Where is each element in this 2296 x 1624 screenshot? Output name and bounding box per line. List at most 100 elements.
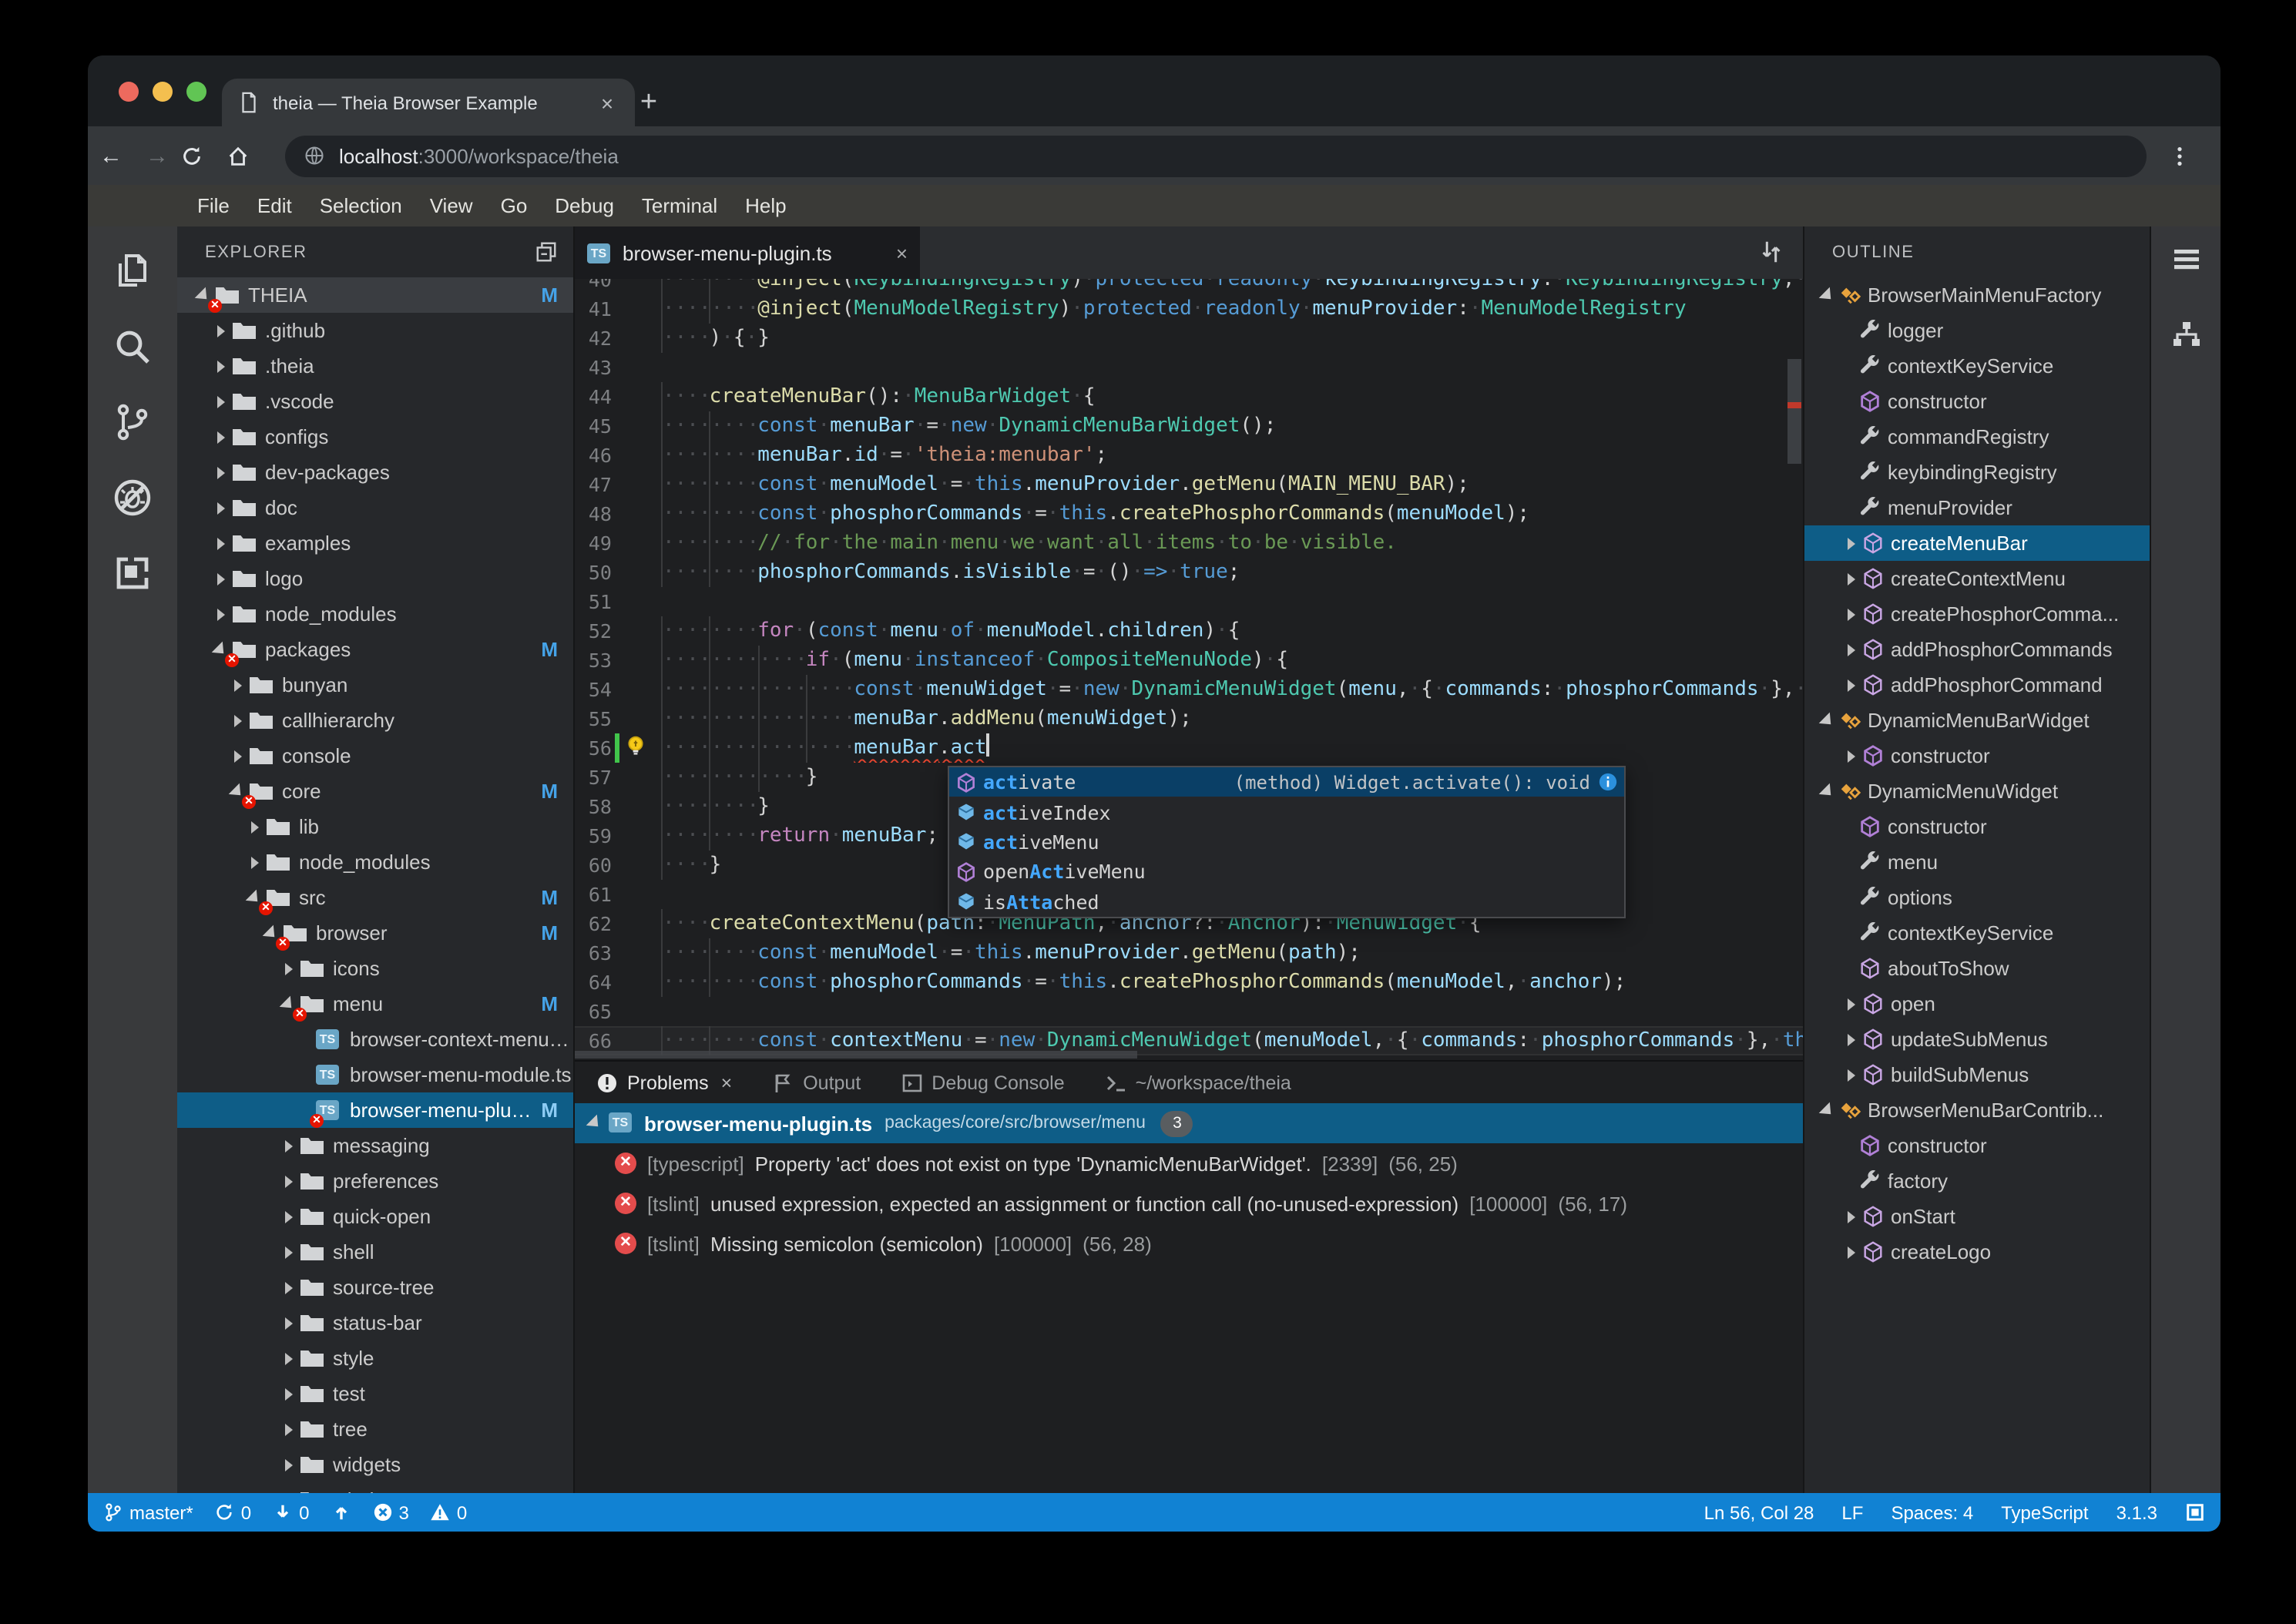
- status-arrow-up[interactable]: [331, 1502, 351, 1522]
- outline-item[interactable]: contextKeyService: [1804, 348, 2150, 384]
- tree-item[interactable]: doc: [177, 490, 573, 525]
- code-line[interactable]: 50 ········phosphorCommands.isVisible·=·(…: [575, 558, 1803, 587]
- outline-item[interactable]: commandRegistry: [1804, 419, 2150, 455]
- tree-item[interactable]: test: [177, 1376, 573, 1411]
- chevron-expanded-icon[interactable]: [260, 924, 282, 942]
- chevron-collapsed-icon[interactable]: [277, 1210, 299, 1223]
- tree-item[interactable]: widgets: [177, 1447, 573, 1482]
- back-icon[interactable]: ←: [88, 143, 134, 169]
- maximize-window-button[interactable]: [186, 82, 206, 102]
- editor-scrollbar[interactable]: [1786, 279, 1803, 1060]
- tree-item[interactable]: node_modules: [177, 596, 573, 632]
- tree-item[interactable]: ✕ THEIA M: [177, 277, 573, 313]
- close-tab-icon[interactable]: ×: [595, 90, 619, 115]
- chevron-collapsed-icon[interactable]: [277, 1352, 299, 1364]
- tree-item[interactable]: TS browser-menu-module.ts: [177, 1057, 573, 1092]
- chevron-collapsed-icon[interactable]: [227, 679, 248, 691]
- tree-item[interactable]: ✕ browser M: [177, 915, 573, 951]
- reload-icon[interactable]: [180, 144, 227, 167]
- chevron-down-icon[interactable]: [584, 1114, 606, 1132]
- code-line[interactable]: 51: [575, 587, 1803, 616]
- status-feedback[interactable]: [2185, 1502, 2205, 1522]
- code-line[interactable]: 64 ········const·phosphorCommands·=·this.…: [575, 968, 1803, 997]
- tree-item[interactable]: console: [177, 738, 573, 773]
- tree-item[interactable]: status-bar: [177, 1305, 573, 1340]
- lightbulb-icon[interactable]: [624, 735, 647, 758]
- status-typescript[interactable]: TypeScript: [2001, 1502, 2088, 1523]
- list-icon[interactable]: [2170, 245, 2201, 276]
- chevron-expanded-icon[interactable]: [243, 888, 265, 907]
- menubar-item-file[interactable]: File: [183, 194, 243, 217]
- chevron-collapsed-icon[interactable]: [1840, 679, 1861, 691]
- chevron-collapsed-icon[interactable]: [1840, 1246, 1861, 1258]
- code-line[interactable]: 42 ····)·{·}: [575, 324, 1803, 353]
- chevron-collapsed-icon[interactable]: [210, 395, 231, 408]
- outline-item[interactable]: aboutToShow: [1804, 951, 2150, 986]
- tree-item[interactable]: ✕ core M: [177, 773, 573, 809]
- code-line[interactable]: 44 ····createMenuBar():·MenuBarWidget·{: [575, 382, 1803, 411]
- tree-item[interactable]: preferences: [177, 1163, 573, 1199]
- hierarchy-icon[interactable]: [2170, 319, 2201, 350]
- info-icon[interactable]: [1598, 772, 1618, 792]
- tree-item[interactable]: quick-open: [177, 1199, 573, 1234]
- code-line[interactable]: 46 ········menuBar.id·=·'theia:menubar';: [575, 441, 1803, 470]
- outline-item[interactable]: open: [1804, 986, 2150, 1022]
- outline-item[interactable]: DynamicMenuBarWidget: [1804, 703, 2150, 738]
- close-window-button[interactable]: [119, 82, 139, 102]
- chevron-expanded-icon[interactable]: [193, 286, 214, 304]
- outline-item[interactable]: menu: [1804, 844, 2150, 880]
- menubar-item-edit[interactable]: Edit: [243, 194, 306, 217]
- chevron-collapsed-icon[interactable]: [277, 1458, 299, 1471]
- tree-item[interactable]: examples: [177, 525, 573, 561]
- suggest-item[interactable]: activate (method) Widget.activate(): void: [949, 767, 1624, 797]
- new-tab-button[interactable]: +: [630, 86, 667, 120]
- panel-tab---workspace-theia[interactable]: ~/workspace/theia: [1105, 1072, 1291, 1093]
- chevron-collapsed-icon[interactable]: [227, 714, 248, 726]
- chevron-collapsed-icon[interactable]: [1840, 750, 1861, 762]
- chevron-collapsed-icon[interactable]: [1840, 998, 1861, 1010]
- tree-item[interactable]: logo: [177, 561, 573, 596]
- chevron-expanded-icon[interactable]: [1817, 782, 1838, 800]
- tree-item[interactable]: lib: [177, 809, 573, 844]
- chevron-collapsed-icon[interactable]: [1840, 608, 1861, 620]
- split-editor-icon[interactable]: [1758, 239, 1784, 265]
- code-line[interactable]: 40 ········@inject(KeybindingRegistry)·pr…: [575, 279, 1803, 294]
- editor-tab[interactable]: TS browser-menu-plugin.ts ×: [575, 226, 920, 279]
- outline-item[interactable]: factory: [1804, 1163, 2150, 1199]
- plugins-icon[interactable]: [112, 553, 153, 593]
- chevron-collapsed-icon[interactable]: [210, 431, 231, 443]
- close-editor-icon[interactable]: ×: [896, 241, 908, 264]
- collapse-all-icon[interactable]: [535, 240, 558, 263]
- tree-item[interactable]: node_modules: [177, 844, 573, 880]
- tree-item[interactable]: ✕ packages M: [177, 632, 573, 667]
- outline-item[interactable]: createLogo: [1804, 1234, 2150, 1270]
- outline-item[interactable]: BrowserMenuBarContrib...: [1804, 1092, 2150, 1128]
- chevron-collapsed-icon[interactable]: [1840, 572, 1861, 585]
- chevron-collapsed-icon[interactable]: [277, 1281, 299, 1293]
- tree-item[interactable]: icons: [177, 951, 573, 986]
- menubar-item-terminal[interactable]: Terminal: [628, 194, 731, 217]
- outline-item[interactable]: createContextMenu: [1804, 561, 2150, 596]
- chevron-collapsed-icon[interactable]: [277, 962, 299, 975]
- chevron-collapsed-icon[interactable]: [243, 820, 265, 833]
- outline-item[interactable]: constructor: [1804, 384, 2150, 419]
- chevron-expanded-icon[interactable]: [227, 782, 248, 800]
- editor-hscrollbar[interactable]: [575, 1051, 1137, 1059]
- tree-item[interactable]: .vscode: [177, 384, 573, 419]
- panel-tab-problems[interactable]: Problems ×: [596, 1072, 732, 1093]
- outline-item[interactable]: addPhosphorCommand: [1804, 667, 2150, 703]
- tree-item[interactable]: window: [177, 1482, 573, 1493]
- tree-item[interactable]: ✕ menu M: [177, 986, 573, 1022]
- tree-item[interactable]: configs: [177, 419, 573, 455]
- chevron-collapsed-icon[interactable]: [243, 856, 265, 868]
- panel-tab-debug-console[interactable]: Debug Console: [901, 1072, 1065, 1093]
- outline-item[interactable]: createMenuBar: [1804, 525, 2150, 561]
- problem-row[interactable]: ✕ [typescript] Property 'act' does not exi…: [575, 1143, 1803, 1183]
- chevron-collapsed-icon[interactable]: [277, 1175, 299, 1187]
- tree-item[interactable]: .theia: [177, 348, 573, 384]
- outline-item[interactable]: constructor: [1804, 809, 2150, 844]
- chevron-collapsed-icon[interactable]: [277, 1387, 299, 1400]
- code-line[interactable]: 48 ········const·phosphorCommands·=·this.…: [575, 499, 1803, 528]
- chevron-collapsed-icon[interactable]: [1840, 1069, 1861, 1081]
- outline-item[interactable]: constructor: [1804, 738, 2150, 773]
